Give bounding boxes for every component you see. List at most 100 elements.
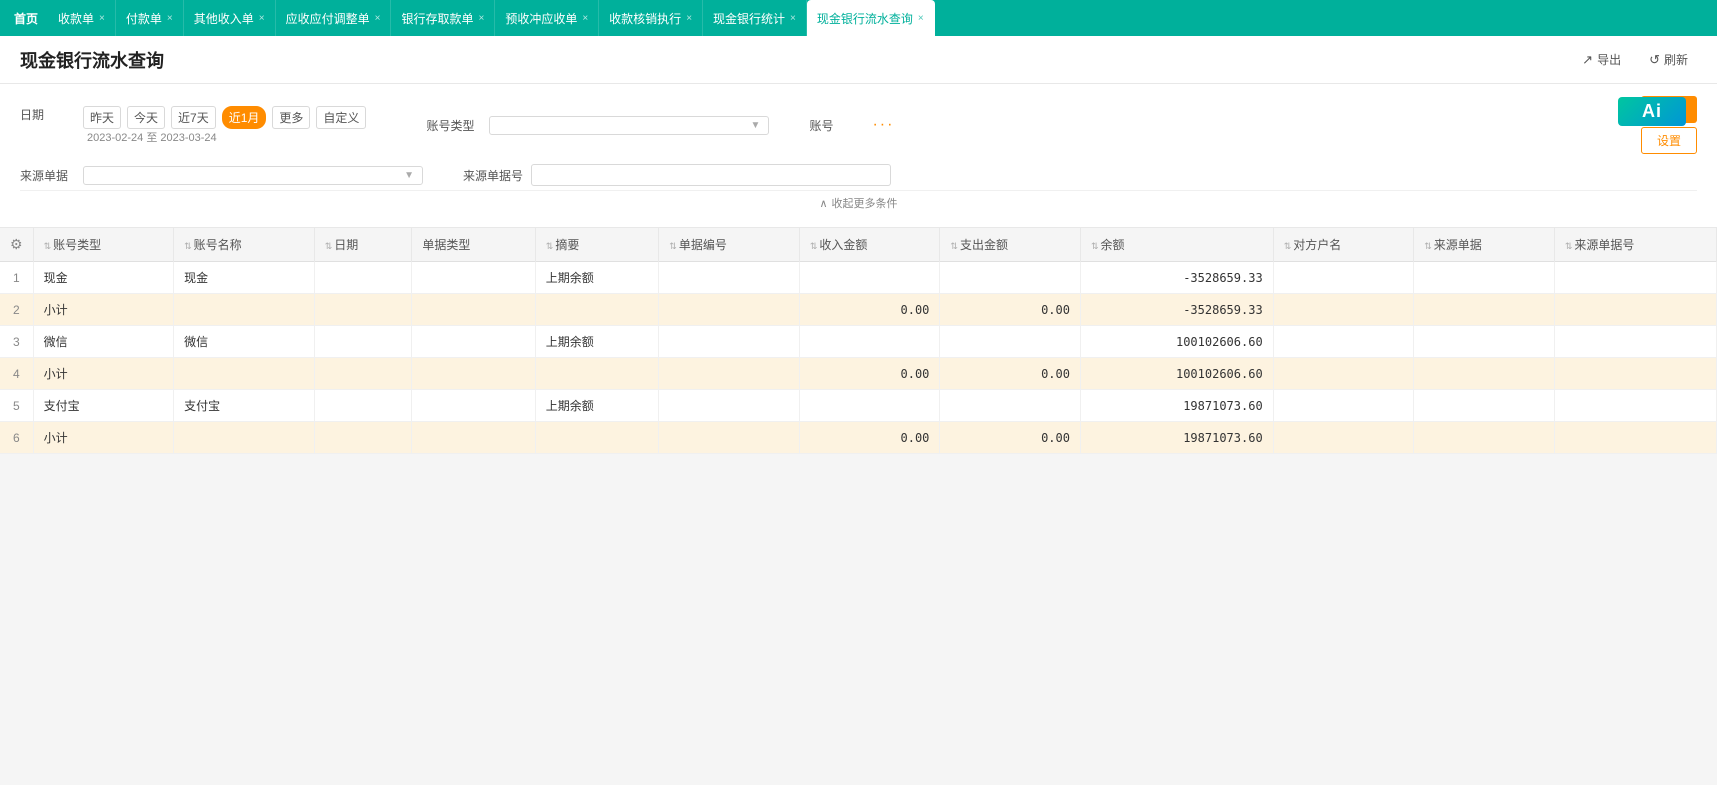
collapse-icon: ∧	[819, 197, 827, 210]
table-cell	[535, 422, 658, 454]
refresh-label: 刷新	[1664, 51, 1688, 68]
page-header: 现金银行流水查询 ↗ 导出 ↺ 刷新	[0, 36, 1717, 84]
table-cell	[412, 294, 535, 326]
nav-tab-yingshouyingfutiaozhengdan[interactable]: 应收应付调整单 ×	[276, 0, 392, 36]
table-cell	[799, 326, 940, 358]
col-account-type[interactable]: ⇅账号类型	[33, 228, 174, 262]
table-container: ⚙ ⇅账号类型 ⇅账号名称 ⇅日期 单据类型 ⇅摘要 ⇅单据编号 ⇅收入金额 ⇅…	[0, 228, 1717, 454]
close-icon[interactable]: ×	[375, 13, 381, 24]
table-cell	[940, 390, 1081, 422]
date-buttons: 昨天 今天 近7天 近1月 更多 自定义	[83, 106, 366, 129]
close-icon[interactable]: ×	[478, 13, 484, 24]
close-icon[interactable]: ×	[259, 13, 265, 24]
tab-label: 应收应付调整单	[286, 10, 370, 27]
table-cell	[412, 422, 535, 454]
date-btn-7days[interactable]: 近7天	[171, 106, 216, 129]
source-doc-no-input[interactable]	[531, 164, 891, 186]
table-cell: 小计	[33, 422, 174, 454]
nav-tab-xianjinyinhangtongji[interactable]: 现金银行统计 ×	[703, 0, 807, 36]
nav-tab-shoukuandan[interactable]: 收款单 ×	[48, 0, 116, 36]
table-cell: 0.00	[940, 358, 1081, 390]
col-expense[interactable]: ⇅支出金额	[940, 228, 1081, 262]
date-btn-today[interactable]: 今天	[127, 106, 165, 129]
table-row: 2小计0.000.00-3528659.33	[0, 294, 1717, 326]
nav-home[interactable]: 首页	[4, 0, 48, 36]
nav-tab-xianjinyinhangliu[interactable]: 现金银行流水查询 ×	[807, 0, 935, 36]
table-cell	[940, 262, 1081, 294]
date-filter: 日期 昨天 今天 近7天 近1月 更多 自定义 2023-02-24 至 202…	[20, 106, 366, 145]
source-doc-select[interactable]: ▼	[83, 166, 423, 185]
col-counterpart[interactable]: ⇅对方户名	[1273, 228, 1414, 262]
collapse-bar[interactable]: ∧ 收起更多条件	[20, 190, 1697, 215]
col-doc-type: 单据类型	[412, 228, 535, 262]
col-source-doc-no[interactable]: ⇅来源单据号	[1554, 228, 1716, 262]
table-cell	[412, 390, 535, 422]
table-cell: 100102606.60	[1080, 326, 1273, 358]
col-date[interactable]: ⇅日期	[314, 228, 412, 262]
table-cell: 微信	[33, 326, 174, 358]
filter-row-1: 日期 昨天 今天 近7天 近1月 更多 自定义 2023-02-24 至 202…	[20, 96, 1697, 154]
source-doc-label: 来源单据	[20, 167, 75, 184]
close-icon[interactable]: ×	[918, 13, 924, 24]
export-icon: ↗	[1582, 52, 1593, 68]
table-cell	[1414, 422, 1555, 454]
table-body: 1现金现金上期余额-3528659.332小计0.000.00-3528659.…	[0, 262, 1717, 454]
table-row: 3微信微信上期余额100102606.60	[0, 326, 1717, 358]
tab-label: 银行存取款单	[401, 10, 473, 27]
col-gear[interactable]: ⚙	[0, 228, 33, 262]
date-btn-yesterday[interactable]: 昨天	[83, 106, 121, 129]
close-icon[interactable]: ×	[167, 13, 173, 24]
table-cell	[1554, 262, 1716, 294]
refresh-button[interactable]: ↺ 刷新	[1640, 46, 1697, 73]
nav-tab-shoukuanzhixing[interactable]: 收款核销执行 ×	[599, 0, 703, 36]
ai-badge[interactable]: Ai	[1618, 97, 1686, 126]
export-button[interactable]: ↗ 导出	[1573, 46, 1630, 73]
table-cell	[799, 262, 940, 294]
home-label: 首页	[14, 10, 38, 27]
table-cell: 0.00	[940, 294, 1081, 326]
table-cell	[174, 358, 315, 390]
ai-label: Ai	[1642, 101, 1662, 122]
table-cell	[940, 326, 1081, 358]
table-cell	[1273, 358, 1414, 390]
col-summary[interactable]: ⇅摘要	[535, 228, 658, 262]
nav-tab-yinhangcunqukuandan[interactable]: 银行存取款单 ×	[391, 0, 495, 36]
nav-tab-fukuandan[interactable]: 付款单 ×	[116, 0, 184, 36]
gear-icon: ⚙	[10, 236, 23, 252]
date-btn-more[interactable]: 更多	[272, 106, 310, 129]
account-type-select[interactable]: ▼	[489, 116, 769, 135]
table-cell: 支付宝	[33, 390, 174, 422]
table-cell: 4	[0, 358, 33, 390]
tab-label: 收款单	[58, 10, 94, 27]
tab-label: 收款核销执行	[609, 10, 681, 27]
account-dots-button[interactable]: ···	[872, 116, 894, 134]
col-account-name[interactable]: ⇅账号名称	[174, 228, 315, 262]
tab-label: 现金银行统计	[713, 10, 785, 27]
nav-tab-qitashourudan[interactable]: 其他收入单 ×	[184, 0, 276, 36]
close-icon[interactable]: ×	[99, 13, 105, 24]
table-cell: 0.00	[940, 422, 1081, 454]
date-btn-custom[interactable]: 自定义	[316, 106, 366, 129]
col-doc-no[interactable]: ⇅单据编号	[659, 228, 800, 262]
close-icon[interactable]: ×	[790, 13, 796, 24]
col-source-doc[interactable]: ⇅来源单据	[1414, 228, 1555, 262]
table-cell	[1554, 422, 1716, 454]
table-cell	[1554, 294, 1716, 326]
date-btn-1month[interactable]: 近1月	[222, 106, 267, 129]
table-cell	[314, 294, 412, 326]
nav-tab-yushoudan[interactable]: 预收冲应收单 ×	[495, 0, 599, 36]
table-cell: 现金	[174, 262, 315, 294]
col-income[interactable]: ⇅收入金额	[799, 228, 940, 262]
close-icon[interactable]: ×	[686, 13, 692, 24]
close-icon[interactable]: ×	[582, 13, 588, 24]
table-cell	[174, 422, 315, 454]
table-cell: 6	[0, 422, 33, 454]
table-cell: 3	[0, 326, 33, 358]
settings-button[interactable]: 设置	[1641, 127, 1697, 154]
table-cell: 微信	[174, 326, 315, 358]
table-cell	[1554, 326, 1716, 358]
col-balance[interactable]: ⇅余额	[1080, 228, 1273, 262]
table-cell	[174, 294, 315, 326]
table-cell: 100102606.60	[1080, 358, 1273, 390]
table-cell: 0.00	[799, 422, 940, 454]
